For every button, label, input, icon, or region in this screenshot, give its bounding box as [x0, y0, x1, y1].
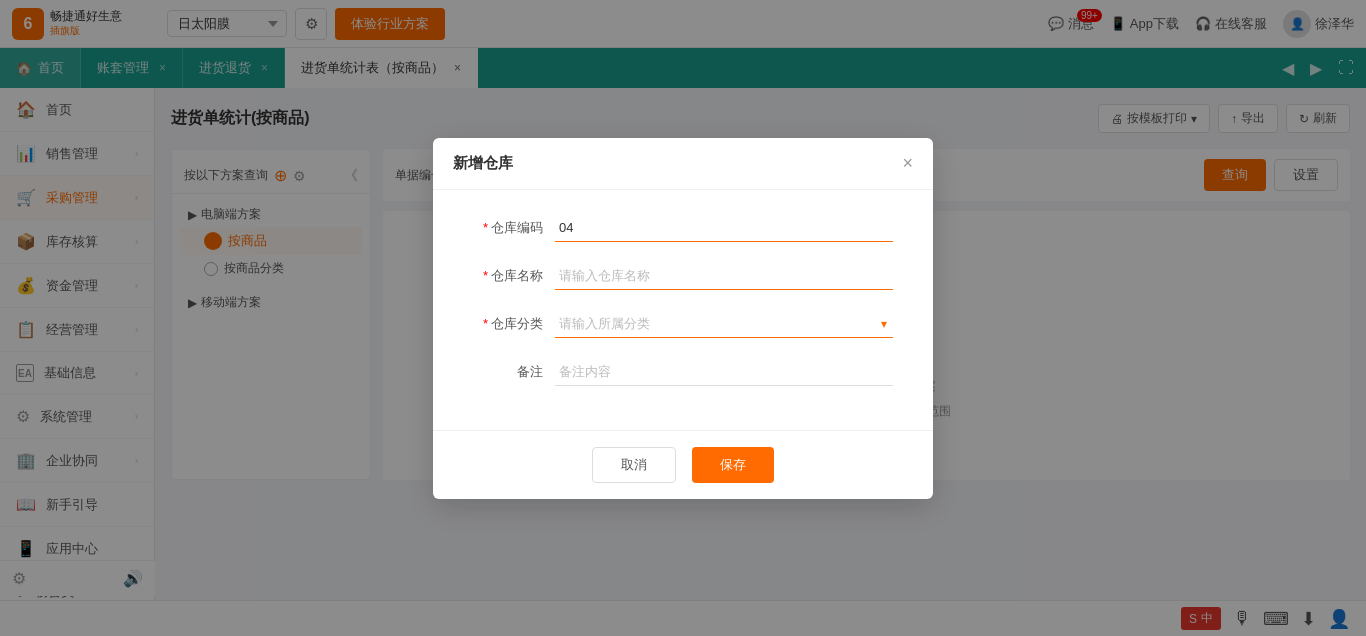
form-row-remark: 备注 — [473, 358, 893, 386]
name-label: 仓库名称 — [473, 267, 543, 285]
modal-header: 新增仓库 × — [433, 138, 933, 190]
category-select-wrap: 请输入所属分类 ▾ — [555, 310, 893, 338]
form-row-name: 仓库名称 — [473, 262, 893, 290]
code-input[interactable] — [555, 214, 893, 242]
code-label: 仓库编码 — [473, 219, 543, 237]
name-input[interactable] — [555, 262, 893, 290]
form-row-code: 仓库编码 — [473, 214, 893, 242]
remark-label: 备注 — [473, 363, 543, 381]
modal-footer: 取消 保存 — [433, 430, 933, 499]
remark-input[interactable] — [555, 358, 893, 386]
new-warehouse-modal: 新增仓库 × 仓库编码 仓库名称 仓库分类 请输入所属分类 ▾ — [433, 138, 933, 499]
cancel-button[interactable]: 取消 — [592, 447, 676, 483]
modal-overlay: 新增仓库 × 仓库编码 仓库名称 仓库分类 请输入所属分类 ▾ — [0, 0, 1366, 636]
modal-title: 新增仓库 — [453, 154, 513, 173]
modal-close-button[interactable]: × — [902, 154, 913, 172]
category-label: 仓库分类 — [473, 315, 543, 333]
form-row-category: 仓库分类 请输入所属分类 ▾ — [473, 310, 893, 338]
save-button[interactable]: 保存 — [692, 447, 774, 483]
category-select[interactable]: 请输入所属分类 — [555, 310, 893, 338]
modal-body: 仓库编码 仓库名称 仓库分类 请输入所属分类 ▾ 备注 — [433, 190, 933, 430]
